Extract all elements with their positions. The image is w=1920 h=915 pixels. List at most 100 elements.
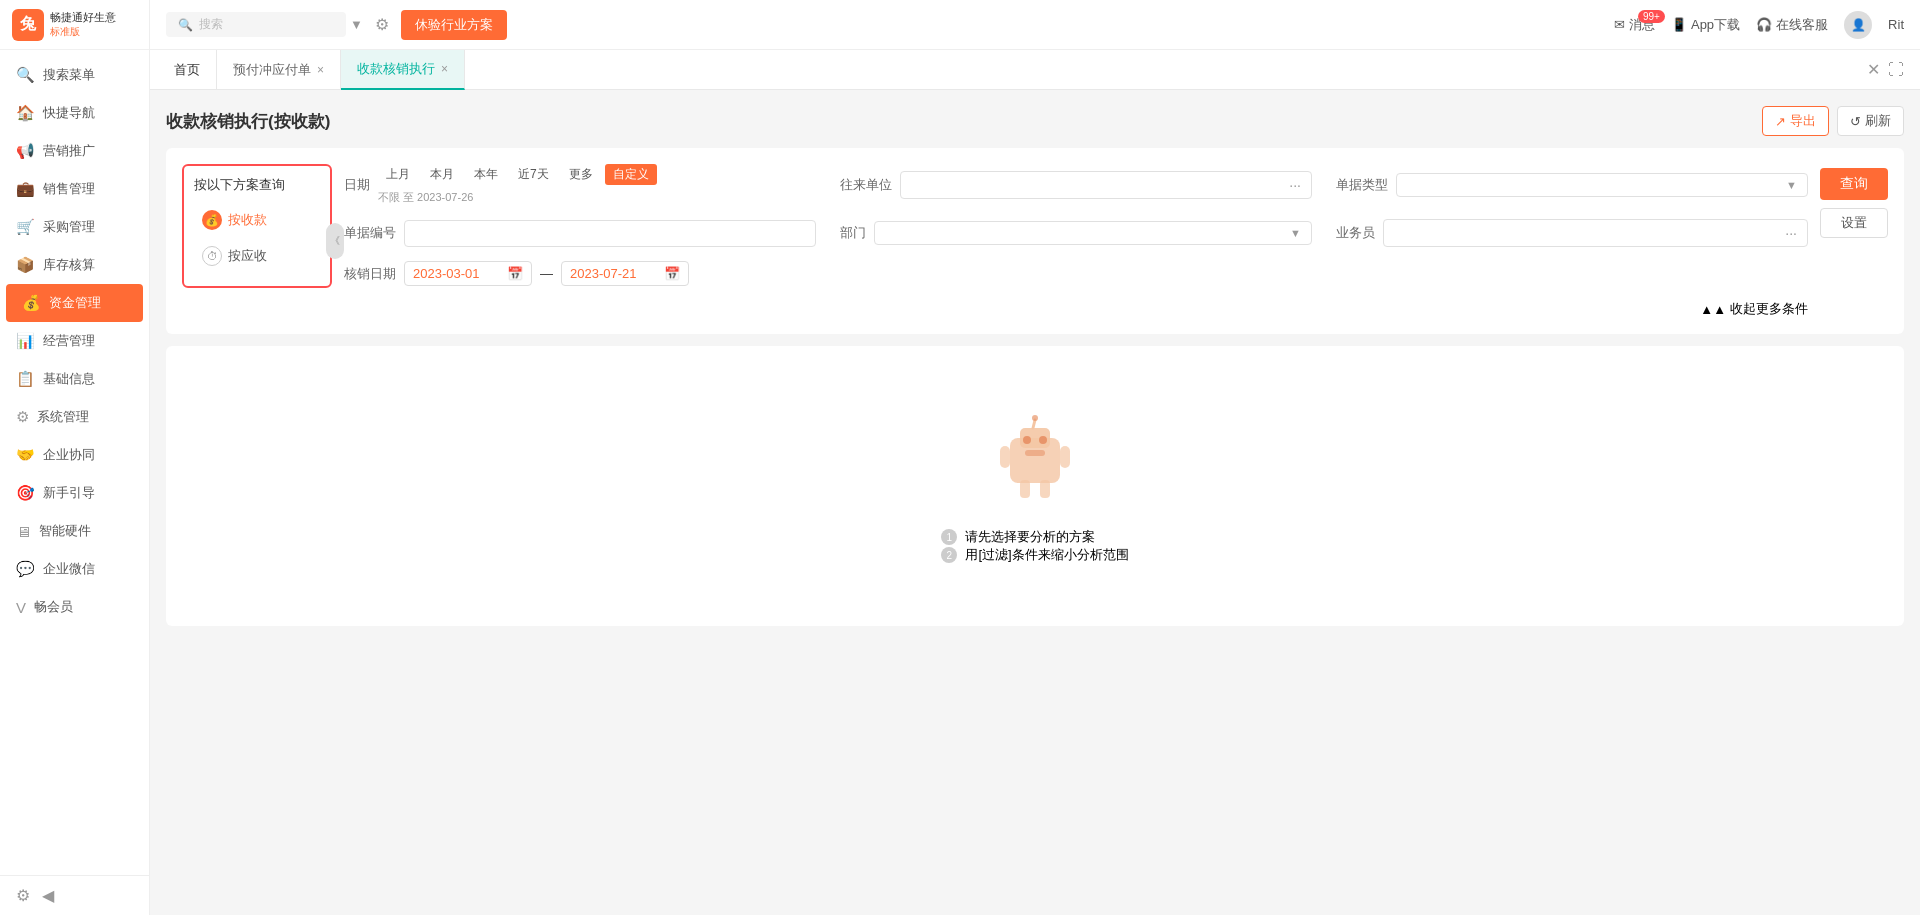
app-download-button[interactable]: 📱 App下载 bbox=[1671, 16, 1740, 34]
empty-state: 1 请先选择要分析的方案 2 用[过滤]条件来缩小分析范围 bbox=[166, 346, 1904, 626]
message-button[interactable]: ✉ 消息 99+ bbox=[1614, 16, 1655, 34]
collapse-icon[interactable]: ◀ bbox=[42, 886, 54, 905]
staff-label: 业务员 bbox=[1336, 224, 1375, 242]
empty-tip-2: 2 用[过滤]条件来缩小分析范围 bbox=[941, 546, 1128, 564]
date-tab-7days[interactable]: 近7天 bbox=[510, 164, 557, 185]
nav-icon-3: 💼 bbox=[16, 180, 35, 198]
empty-tip-1: 1 请先选择要分析的方案 bbox=[941, 528, 1128, 546]
industry-solution-button[interactable]: 休验行业方案 bbox=[401, 10, 507, 40]
search-chevron-icon[interactable]: ▼ bbox=[350, 17, 363, 32]
sidebar-item-库存核算[interactable]: 📦库存核算 bbox=[0, 246, 149, 284]
online-service-button[interactable]: 🎧 在线客服 bbox=[1756, 16, 1828, 34]
nav-label-1: 快捷导航 bbox=[43, 104, 95, 122]
date-tab-custom[interactable]: 自定义 bbox=[605, 164, 657, 185]
nav-icon-9: ⚙ bbox=[16, 408, 29, 426]
counterparty-label: 往来单位 bbox=[840, 176, 892, 194]
tab-home[interactable]: 首页 bbox=[158, 50, 217, 90]
refresh-icon: ↺ bbox=[1850, 114, 1861, 129]
nav-icon-0: 🔍 bbox=[16, 66, 35, 84]
tab-close-prepay[interactable]: × bbox=[317, 63, 324, 77]
doc-type-select[interactable]: ▼ bbox=[1396, 173, 1808, 197]
filter-option-by-receipt[interactable]: 💰 按收款 bbox=[194, 204, 320, 236]
app-logo-text: 畅捷通好生意 标准版 bbox=[50, 10, 116, 38]
sidebar-item-销售管理[interactable]: 💼销售管理 bbox=[0, 170, 149, 208]
tabbar: 首页 预付冲应付单 × 收款核销执行 × ✕ ⛶ bbox=[150, 50, 1920, 90]
filter-option-by-receivable[interactable]: ⏱ 按应收 bbox=[194, 240, 320, 272]
tab-close-receipt[interactable]: × bbox=[441, 62, 448, 76]
settings-icon[interactable]: ⚙ bbox=[16, 886, 30, 905]
nav-label-9: 系统管理 bbox=[37, 408, 89, 426]
window-close-icon[interactable]: ✕ bbox=[1867, 60, 1880, 79]
user-name[interactable]: Rit bbox=[1888, 17, 1904, 32]
dept-label: 部门 bbox=[840, 224, 866, 242]
sidebar-item-畅会员[interactable]: V畅会员 bbox=[0, 588, 149, 626]
doc-number-label: 单据编号 bbox=[344, 224, 396, 242]
staff-dots-icon[interactable]: ··· bbox=[1785, 225, 1797, 241]
refresh-button[interactable]: ↺ 刷新 bbox=[1837, 106, 1904, 136]
sidebar: 兔 畅捷通好生意 标准版 🔍搜索菜单🏠快捷导航📢营销推广💼销售管理🛒采购管理📦库… bbox=[0, 0, 150, 915]
nav-label-11: 新手引导 bbox=[43, 484, 95, 502]
date-range-separator: — bbox=[540, 266, 553, 281]
svg-rect-5 bbox=[1000, 446, 1010, 468]
date-tab-more[interactable]: 更多 bbox=[561, 164, 601, 185]
sidebar-item-资金管理[interactable]: 💰资金管理 bbox=[6, 284, 143, 322]
sidebar-item-企业微信[interactable]: 💬企业微信 bbox=[0, 550, 149, 588]
doc-type-chevron-icon: ▼ bbox=[1786, 179, 1797, 191]
svg-point-10 bbox=[1032, 415, 1038, 421]
search-box[interactable]: 🔍 搜索 bbox=[166, 12, 346, 37]
doc-number-input[interactable] bbox=[404, 220, 816, 247]
collapse-more-row[interactable]: ▲▲ 收起更多条件 bbox=[344, 300, 1808, 318]
staff-input[interactable]: ··· bbox=[1383, 219, 1808, 247]
date-field-content: 上月 本月 本年 近7天 更多 自定义 不限 至 2023-07-26 bbox=[378, 164, 816, 205]
verify-date-start-input[interactable] bbox=[413, 266, 503, 281]
sidebar-item-营销推广[interactable]: 📢营销推广 bbox=[0, 132, 149, 170]
nav-label-2: 营销推广 bbox=[43, 142, 95, 160]
tab-prepay[interactable]: 预付冲应付单 × bbox=[217, 50, 341, 90]
date-tab-this-month[interactable]: 本月 bbox=[422, 164, 462, 185]
sidebar-item-采购管理[interactable]: 🛒采购管理 bbox=[0, 208, 149, 246]
collapse-up-icon: ▲▲ bbox=[1700, 302, 1726, 317]
sidebar-item-系统管理[interactable]: ⚙ 系统管理 bbox=[0, 398, 149, 436]
verify-date-end-input[interactable] bbox=[570, 266, 660, 281]
doc-type-label: 单据类型 bbox=[1336, 176, 1388, 194]
sidebar-item-企业协同[interactable]: 🤝企业协同 bbox=[0, 436, 149, 474]
sidebar-item-基础信息[interactable]: 📋基础信息 bbox=[0, 360, 149, 398]
topbar-right-actions: ✉ 消息 99+ 📱 App下载 🎧 在线客服 👤 Rit bbox=[1614, 11, 1904, 39]
empty-illustration bbox=[985, 408, 1085, 508]
sidebar-item-新手引导[interactable]: 🎯新手引导 bbox=[0, 474, 149, 512]
counterparty-input[interactable]: ··· bbox=[900, 171, 1312, 199]
dept-select[interactable]: ▼ bbox=[874, 221, 1312, 245]
user-avatar[interactable]: 👤 bbox=[1844, 11, 1872, 39]
sidebar-item-经营管理[interactable]: 📊经营管理 bbox=[0, 322, 149, 360]
svg-point-3 bbox=[1039, 436, 1047, 444]
date-note: 不限 至 2023-07-26 bbox=[378, 190, 816, 205]
svg-point-2 bbox=[1023, 436, 1031, 444]
filter-row-2: 单据编号 部门 ▼ 业务员 bbox=[344, 219, 1808, 247]
doc-type-field: 单据类型 ▼ bbox=[1336, 164, 1808, 205]
filter-settings-button[interactable]: 设置 bbox=[1820, 208, 1888, 238]
counterparty-dots-icon[interactable]: ··· bbox=[1289, 177, 1301, 193]
export-button[interactable]: ↗ 导出 bbox=[1762, 106, 1829, 136]
nav-icon-6: 💰 bbox=[22, 294, 41, 312]
topbar-gear-icon[interactable]: ⚙ bbox=[375, 15, 389, 34]
message-icon: ✉ bbox=[1614, 17, 1625, 32]
date-tab-this-year[interactable]: 本年 bbox=[466, 164, 506, 185]
calendar-end-icon[interactable]: 📅 bbox=[664, 266, 680, 281]
filter-row-1: 日期 上月 本月 本年 近7天 更多 自定义 不限 至 2023-07-26 bbox=[344, 164, 1808, 205]
date-tab-last-month[interactable]: 上月 bbox=[378, 164, 418, 185]
main-area: 🔍 搜索 ▼ ⚙ 休验行业方案 ✉ 消息 99+ 📱 App下载 🎧 在线客服 … bbox=[150, 0, 1920, 915]
calendar-start-icon[interactable]: 📅 bbox=[507, 266, 523, 281]
sidebar-collapse-button[interactable]: 《 bbox=[326, 223, 344, 259]
window-expand-icon[interactable]: ⛶ bbox=[1888, 61, 1904, 79]
doc-number-field: 单据编号 bbox=[344, 219, 816, 247]
verify-date-end-wrap: 📅 bbox=[561, 261, 689, 286]
page-header: 收款核销执行(按收款) ↗ 导出 ↺ 刷新 bbox=[166, 106, 1904, 136]
nav-icon-7: 📊 bbox=[16, 332, 35, 350]
sidebar-item-快捷导航[interactable]: 🏠快捷导航 bbox=[0, 94, 149, 132]
sidebar-item-搜索菜单[interactable]: 🔍搜索菜单 bbox=[0, 56, 149, 94]
sidebar-item-智能硬件[interactable]: 🖥智能硬件 bbox=[0, 512, 149, 550]
tab-receipt-writeoff[interactable]: 收款核销执行 × bbox=[341, 50, 465, 90]
query-button[interactable]: 查询 bbox=[1820, 168, 1888, 200]
service-icon: 🎧 bbox=[1756, 17, 1772, 32]
filter-sidebar-title: 按以下方案查询 bbox=[194, 176, 320, 194]
